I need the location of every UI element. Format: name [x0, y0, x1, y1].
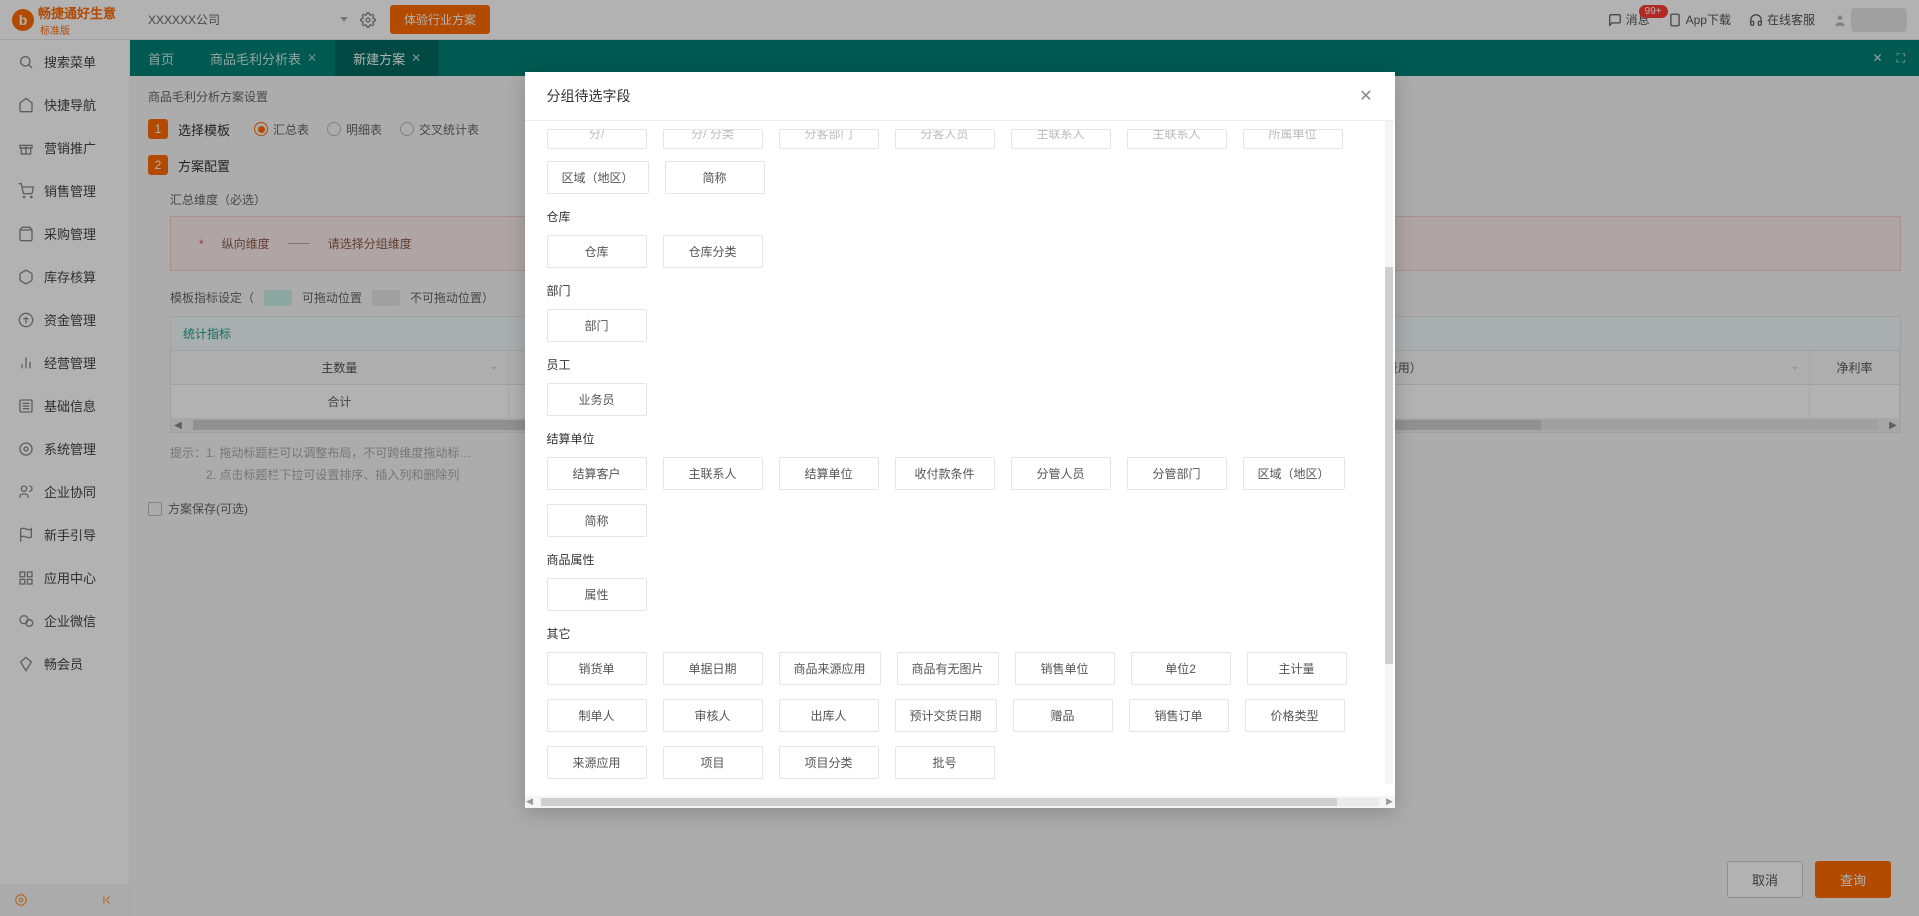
field-button[interactable]: 价格类型 — [1245, 699, 1345, 732]
field-row: 简称 — [547, 504, 1373, 537]
field-button[interactable]: 制单人 — [547, 699, 647, 732]
field-row: 制单人审核人出库人预计交货日期赠品销售订单价格类型 — [547, 699, 1373, 732]
field-row: 结算客户主联系人结算单位收付款条件分管人员分管部门区域（地区） — [547, 457, 1373, 490]
modal-body: 分/ 分/ 分类 分客部门 分客人员 主联系人 主联系人 所属单位 区域（地区）… — [525, 121, 1395, 796]
field-button[interactable]: 审核人 — [663, 699, 763, 732]
field-button[interactable]: 部门 — [547, 309, 647, 342]
field-button[interactable]: 销货单 — [547, 652, 647, 685]
field-button[interactable]: 分/ — [547, 129, 647, 149]
field-button[interactable]: 收付款条件 — [895, 457, 995, 490]
field-button[interactable]: 主联系人 — [1127, 129, 1227, 149]
field-button[interactable]: 商品有无图片 — [897, 652, 999, 685]
scroll-right-icon[interactable]: ▶ — [1385, 796, 1395, 807]
field-group-title: 员工 — [547, 356, 1373, 373]
field-button[interactable]: 分/ 分类 — [663, 129, 763, 149]
field-button[interactable]: 简称 — [665, 161, 765, 194]
modal-header: 分组待选字段 ✕ — [525, 72, 1395, 121]
field-row: 属性 — [547, 578, 1373, 611]
field-button[interactable]: 预计交货日期 — [895, 699, 997, 732]
field-button[interactable]: 属性 — [547, 578, 647, 611]
modal-vscroll[interactable] — [1385, 121, 1393, 784]
field-button[interactable]: 分管人员 — [1011, 457, 1111, 490]
field-row: 来源应用项目项目分类批号 — [547, 746, 1373, 779]
field-button[interactable]: 分客人员 — [895, 129, 995, 149]
field-group-title: 结算单位 — [547, 430, 1373, 447]
field-button[interactable]: 批号 — [895, 746, 995, 779]
scroll-left-icon[interactable]: ◀ — [525, 796, 535, 807]
field-button[interactable]: 商品来源应用 — [779, 652, 881, 685]
modal-hscroll[interactable]: ◀ ▶ — [525, 796, 1395, 808]
field-button[interactable]: 所属单位 — [1243, 129, 1343, 149]
modal: 分组待选字段 ✕ 分/ 分/ 分类 分客部门 分客人员 主联系人 主联系人 所属… — [525, 72, 1395, 808]
modal-title: 分组待选字段 — [547, 86, 631, 106]
field-button[interactable]: 销售订单 — [1129, 699, 1229, 732]
field-button[interactable]: 项目分类 — [779, 746, 879, 779]
field-button[interactable]: 项目 — [663, 746, 763, 779]
field-button[interactable]: 主联系人 — [663, 457, 763, 490]
field-button[interactable]: 主计量 — [1247, 652, 1347, 685]
close-icon[interactable]: ✕ — [1359, 86, 1372, 106]
field-button[interactable]: 仓库分类 — [663, 235, 763, 268]
field-group-title: 部门 — [547, 282, 1373, 299]
field-button[interactable]: 区域（地区） — [547, 161, 649, 194]
field-button[interactable]: 简称 — [547, 504, 647, 537]
field-row: 销货单单据日期商品来源应用商品有无图片销售单位单位2 主计量 — [547, 652, 1373, 685]
vscroll-thumb[interactable] — [1385, 267, 1393, 665]
field-button[interactable]: 单据日期 — [663, 652, 763, 685]
field-group-title: 仓库 — [547, 208, 1373, 225]
field-button[interactable]: 分客部门 — [779, 129, 879, 149]
field-button[interactable]: 结算客户 — [547, 457, 647, 490]
field-row: 区域（地区） 简称 — [547, 161, 1373, 194]
field-button[interactable]: 赠品 — [1013, 699, 1113, 732]
field-button[interactable]: 主联系人 — [1011, 129, 1111, 149]
field-row: 仓库仓库分类 — [547, 235, 1373, 268]
field-group-title: 商品属性 — [547, 551, 1373, 568]
field-row-partial: 分/ 分/ 分类 分客部门 分客人员 主联系人 主联系人 所属单位 — [547, 129, 1373, 149]
field-button[interactable]: 区域（地区） — [1243, 457, 1345, 490]
scroll-track[interactable] — [541, 798, 1379, 806]
field-button[interactable]: 结算单位 — [779, 457, 879, 490]
field-button[interactable]: 分管部门 — [1127, 457, 1227, 490]
field-button[interactable]: 来源应用 — [547, 746, 647, 779]
field-group-title: 其它 — [547, 625, 1373, 642]
field-button[interactable]: 销售单位 — [1015, 652, 1115, 685]
scroll-thumb[interactable] — [541, 798, 1337, 806]
field-button[interactable]: 仓库 — [547, 235, 647, 268]
field-button[interactable]: 单位2 — [1131, 652, 1231, 685]
field-row: 部门 — [547, 309, 1373, 342]
field-row: 业务员 — [547, 383, 1373, 416]
field-button[interactable]: 出库人 — [779, 699, 879, 732]
field-button[interactable]: 业务员 — [547, 383, 647, 416]
